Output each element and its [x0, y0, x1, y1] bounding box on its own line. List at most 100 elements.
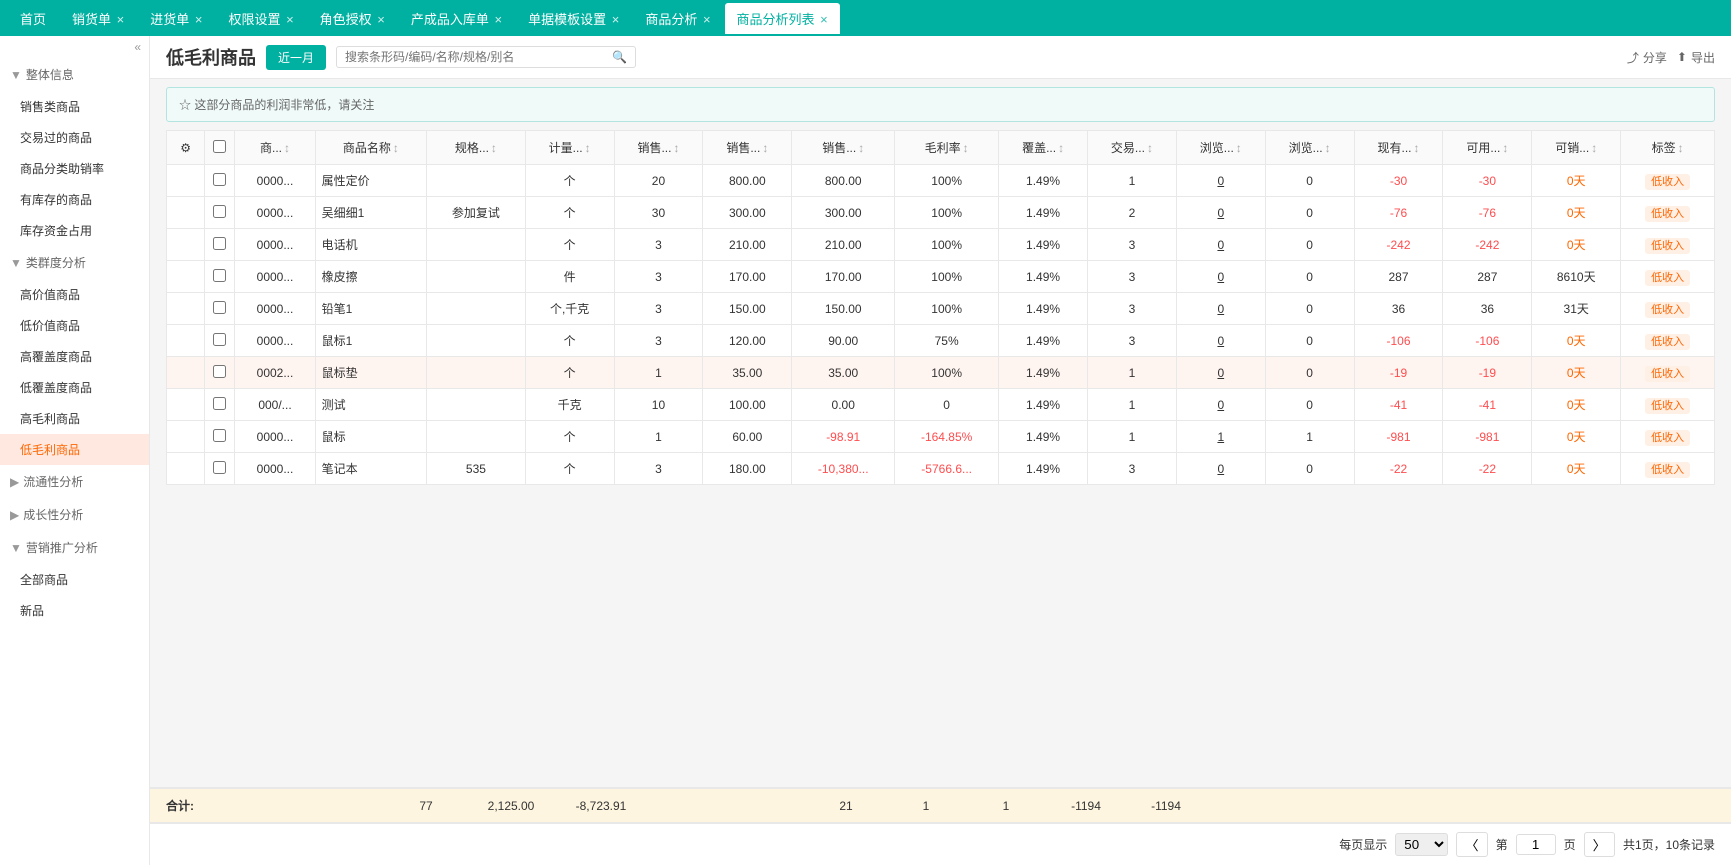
- cell-name[interactable]: 吴细细1: [315, 197, 426, 229]
- cell-browse1[interactable]: 0: [1176, 453, 1265, 485]
- cell-browse1[interactable]: 0: [1176, 197, 1265, 229]
- nav-home[interactable]: 首页: [8, 3, 58, 34]
- search-icon[interactable]: 🔍: [612, 50, 627, 64]
- row-checkbox[interactable]: [213, 397, 226, 410]
- cell-name[interactable]: 鼠标垫: [315, 357, 426, 389]
- col-spec[interactable]: 规格...↕: [427, 131, 526, 165]
- sidebar-item-high-value[interactable]: 高价值商品: [0, 279, 149, 310]
- sidebar-item-low-value[interactable]: 低价值商品: [0, 310, 149, 341]
- cell-browse1[interactable]: 0: [1176, 293, 1265, 325]
- share-button[interactable]: ⤴ 分享: [1627, 49, 1667, 66]
- sidebar-item-category-assist[interactable]: 商品分类助销率: [0, 153, 149, 184]
- nav-close-icon[interactable]: ×: [495, 12, 503, 27]
- nav-role-auth[interactable]: 角色授权 ×: [308, 3, 397, 34]
- row-checkbox[interactable]: [213, 237, 226, 250]
- export-button[interactable]: ⬆ 导出: [1677, 49, 1715, 66]
- col-unit[interactable]: 计量...↕: [525, 131, 614, 165]
- sidebar-group-growth[interactable]: ▶ 成长性分析: [0, 498, 149, 531]
- col-sales-amount[interactable]: 销售...↕: [792, 131, 895, 165]
- sidebar-item-traded-goods[interactable]: 交易过的商品: [0, 122, 149, 153]
- col-name[interactable]: 商品名称↕: [315, 131, 426, 165]
- row-checkbox[interactable]: [213, 205, 226, 218]
- sidebar-group-marketing[interactable]: ▼ 营销推广分析: [0, 531, 149, 564]
- col-browse1[interactable]: 浏览...↕: [1176, 131, 1265, 165]
- sidebar-collapse-button[interactable]: «: [0, 36, 149, 58]
- sidebar-item-new-goods[interactable]: 新品: [0, 595, 149, 626]
- cell-checkbox[interactable]: [205, 229, 235, 261]
- nav-product-analysis[interactable]: 商品分析 ×: [633, 3, 722, 34]
- cell-browse1[interactable]: 0: [1176, 357, 1265, 389]
- cell-browse1[interactable]: 1: [1176, 421, 1265, 453]
- col-sales-price[interactable]: 销售...↕: [703, 131, 792, 165]
- col-saleable[interactable]: 可销...↕: [1532, 131, 1621, 165]
- sidebar-item-in-stock[interactable]: 有库存的商品: [0, 184, 149, 215]
- col-current-stock[interactable]: 现有...↕: [1354, 131, 1443, 165]
- row-checkbox[interactable]: [213, 269, 226, 282]
- search-input[interactable]: [345, 50, 612, 64]
- cell-checkbox[interactable]: [205, 261, 235, 293]
- sidebar-group-overview[interactable]: ▼ 整体信息: [0, 58, 149, 91]
- nav-template-settings[interactable]: 单据模板设置 ×: [516, 3, 631, 34]
- table-container[interactable]: ⚙ 商...↕ 商品名称↕ 规格...↕ 计量...↕ 销售...↕ 销售...…: [166, 130, 1715, 787]
- nav-close-icon[interactable]: ×: [195, 12, 203, 27]
- row-checkbox[interactable]: [213, 173, 226, 186]
- nav-close-icon[interactable]: ×: [286, 12, 294, 27]
- cell-checkbox[interactable]: [205, 165, 235, 197]
- nav-close-icon[interactable]: ×: [820, 12, 828, 27]
- cell-browse1[interactable]: 0: [1176, 389, 1265, 421]
- sidebar-item-capital[interactable]: 库存资金占用: [0, 215, 149, 246]
- sidebar-item-high-margin[interactable]: 高毛利商品: [0, 403, 149, 434]
- col-checkbox[interactable]: [205, 131, 235, 165]
- nav-close-icon[interactable]: ×: [117, 12, 125, 27]
- sidebar-group-liquidity[interactable]: ▶ 流通性分析: [0, 465, 149, 498]
- cell-browse1[interactable]: 0: [1176, 325, 1265, 357]
- col-gross-margin[interactable]: 毛利率↕: [895, 131, 999, 165]
- cell-name[interactable]: 橡皮擦: [315, 261, 426, 293]
- cell-checkbox[interactable]: [205, 389, 235, 421]
- nav-purchase-order[interactable]: 进货单 ×: [138, 3, 214, 34]
- col-available[interactable]: 可用...↕: [1443, 131, 1532, 165]
- cell-browse1[interactable]: 0: [1176, 165, 1265, 197]
- nav-sales-order[interactable]: 销货单 ×: [60, 3, 136, 34]
- cell-checkbox[interactable]: [205, 197, 235, 229]
- cell-checkbox[interactable]: [205, 357, 235, 389]
- sidebar-item-low-coverage[interactable]: 低覆盖度商品: [0, 372, 149, 403]
- nav-close-icon[interactable]: ×: [377, 12, 385, 27]
- select-all-checkbox[interactable]: [213, 140, 226, 153]
- cell-name[interactable]: 鼠标: [315, 421, 426, 453]
- nav-close-icon[interactable]: ×: [703, 12, 711, 27]
- page-number-input[interactable]: [1516, 834, 1556, 855]
- sidebar-item-sales-goods[interactable]: 销售类商品: [0, 91, 149, 122]
- next-page-button[interactable]: 〉: [1584, 832, 1615, 857]
- row-checkbox[interactable]: [213, 429, 226, 442]
- col-coverage[interactable]: 覆盖...↕: [999, 131, 1088, 165]
- col-code[interactable]: 商...↕: [235, 131, 315, 165]
- row-checkbox[interactable]: [213, 333, 226, 346]
- cell-name[interactable]: 测试: [315, 389, 426, 421]
- cell-checkbox[interactable]: [205, 293, 235, 325]
- date-filter-button[interactable]: 近一月: [266, 45, 326, 70]
- col-sales-qty[interactable]: 销售...↕: [614, 131, 703, 165]
- nav-product-analysis-list[interactable]: 商品分析列表 ×: [725, 3, 840, 34]
- sidebar-item-high-coverage[interactable]: 高覆盖度商品: [0, 341, 149, 372]
- row-checkbox[interactable]: [213, 301, 226, 314]
- cell-name[interactable]: 电话机: [315, 229, 426, 261]
- nav-close-icon[interactable]: ×: [612, 12, 620, 27]
- nav-product-entry[interactable]: 产成品入库单 ×: [399, 3, 514, 34]
- sidebar-item-low-margin[interactable]: 低毛利商品: [0, 434, 149, 465]
- nav-permissions[interactable]: 权限设置 ×: [216, 3, 305, 34]
- cell-checkbox[interactable]: [205, 453, 235, 485]
- col-browse2[interactable]: 浏览...↕: [1265, 131, 1354, 165]
- cell-name[interactable]: 属性定价: [315, 165, 426, 197]
- cell-checkbox[interactable]: [205, 421, 235, 453]
- cell-name[interactable]: 铅笔1: [315, 293, 426, 325]
- col-trade-count[interactable]: 交易...↕: [1088, 131, 1177, 165]
- sidebar-group-cluster[interactable]: ▼ 类群度分析: [0, 246, 149, 279]
- cell-name[interactable]: 笔记本: [315, 453, 426, 485]
- col-settings[interactable]: ⚙: [167, 131, 205, 165]
- row-checkbox[interactable]: [213, 365, 226, 378]
- col-tag[interactable]: 标签↕: [1621, 131, 1715, 165]
- prev-page-button[interactable]: 〈: [1456, 832, 1487, 857]
- cell-name[interactable]: 鼠标1: [315, 325, 426, 357]
- sidebar-item-all-goods[interactable]: 全部商品: [0, 564, 149, 595]
